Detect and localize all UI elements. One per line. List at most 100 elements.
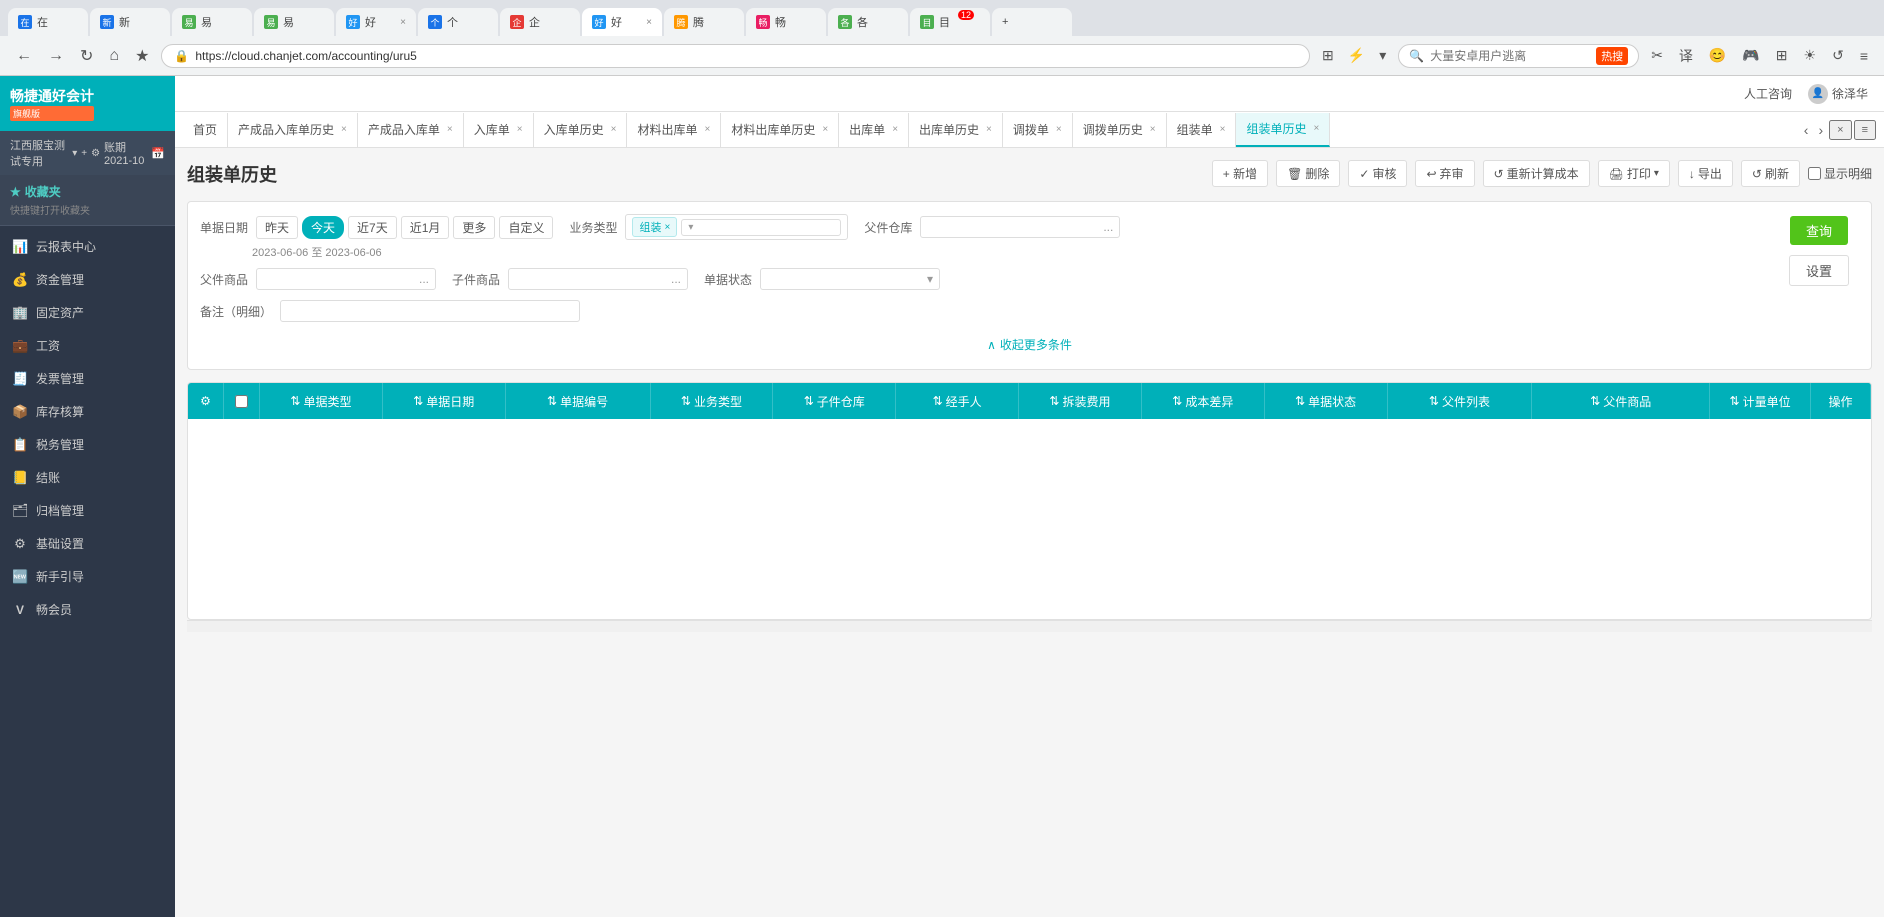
tab-more-button[interactable]: ≡ (1854, 120, 1876, 140)
page-tab-produce-in-history[interactable]: 产成品入库单历史 × (228, 113, 358, 147)
browser-tab-4[interactable]: 易 易 (254, 8, 334, 36)
tab-close-adjust[interactable]: × (1056, 124, 1062, 135)
abandon-button[interactable]: ↩ 弃审 (1415, 160, 1474, 187)
sidebar-item-fund[interactable]: 💰 资金管理 (0, 263, 175, 296)
th-parent-list[interactable]: ⇅ 父件列表 (1388, 383, 1533, 419)
th-checkbox[interactable] (235, 395, 248, 408)
page-tab-produce-in[interactable]: 产成品入库单 × (358, 113, 464, 147)
new-tab-button[interactable]: + (992, 8, 1072, 36)
forward-button[interactable]: → (44, 43, 68, 69)
th-handler[interactable]: ⇅ 经手人 (896, 383, 1019, 419)
search-bar[interactable]: 🔍 热搜 (1398, 44, 1639, 68)
th-no[interactable]: ⇅ 单据编号 (506, 383, 651, 419)
parent-warehouse-input[interactable]: ... (920, 216, 1120, 238)
th-unit[interactable]: ⇅ 计量单位 (1710, 383, 1811, 419)
sidebar-item-inventory[interactable]: 📦 库存核算 (0, 395, 175, 428)
tab-close-in-history[interactable]: × (611, 124, 617, 135)
child-goods-input[interactable]: ... (508, 268, 688, 290)
biz-type-input[interactable]: 组装 × ▾ (625, 214, 848, 240)
page-tab-adjust-history[interactable]: 调拨单历史 × (1073, 113, 1167, 147)
print-button[interactable]: 🖨 打印 ▾ (1598, 160, 1670, 187)
parent-goods-input[interactable]: ... (256, 268, 436, 290)
browser-tab-7[interactable]: 企 企 (500, 8, 580, 36)
tab-close-material-out-history[interactable]: × (822, 124, 828, 135)
sidebar-item-guide[interactable]: 🆕 新手引导 (0, 560, 175, 593)
page-tab-material-out[interactable]: 材料出库单 × (627, 113, 721, 147)
page-tab-out-history[interactable]: 出库单历史 × (909, 113, 1003, 147)
game-button[interactable]: 🎮 (1738, 43, 1763, 68)
extensions-button[interactable]: ⊞ (1318, 43, 1338, 68)
browser-tab-9[interactable]: 腾 腾 (664, 8, 744, 36)
tab-close-all-button[interactable]: × (1829, 120, 1851, 140)
custom-date-button[interactable]: 自定义 (499, 216, 553, 239)
browser-tab-1[interactable]: 在 在 (8, 8, 88, 36)
browser-tab-10[interactable]: 畅 畅 (746, 8, 826, 36)
order-status-input[interactable]: ▾ (760, 268, 940, 290)
browser-tab-2[interactable]: 新 新 (90, 8, 170, 36)
page-tab-material-out-history[interactable]: 材料出库单历史 × (721, 113, 839, 147)
yesterday-button[interactable]: 昨天 (256, 216, 298, 239)
page-tab-in-order[interactable]: 入库单 × (464, 113, 534, 147)
page-tab-in-history[interactable]: 入库单历史 × (534, 113, 628, 147)
tab-close-out-order[interactable]: × (892, 124, 898, 135)
export-button[interactable]: ↓ 导出 (1678, 160, 1733, 187)
recalc-button[interactable]: ↺ 重新计算成本 (1483, 160, 1590, 187)
scrollbar-area[interactable] (187, 620, 1872, 632)
refresh-button[interactable]: ↺ 刷新 (1741, 160, 1800, 187)
sidebar-item-salary[interactable]: 💼 工资 (0, 329, 175, 362)
user-service-link[interactable]: 人工咨询 (1744, 85, 1792, 102)
sidebar-account[interactable]: 江西服宝测试专用 ▾ + ⚙ 账期 2021-10 📅 (0, 131, 175, 175)
browser-tab-12[interactable]: 目 目 12 (910, 8, 990, 36)
lightning-button[interactable]: ⚡ (1344, 43, 1369, 68)
delete-button[interactable]: 🗑 删除 (1276, 160, 1340, 187)
tab-close-material-out[interactable]: × (704, 124, 710, 135)
page-tab-assembly[interactable]: 组装单 × (1167, 113, 1237, 147)
tab-close-8[interactable]: × (646, 17, 652, 28)
user-name-display[interactable]: 👤 徐泽华 (1808, 84, 1868, 104)
show-detail-checkbox-label[interactable]: 显示明细 (1808, 165, 1872, 182)
tab-close-assembly[interactable]: × (1220, 124, 1226, 135)
undo-button[interactable]: ↺ (1828, 43, 1848, 68)
collapse-row[interactable]: ∧ 收起更多条件 (200, 332, 1859, 357)
emoji-button[interactable]: 😊 (1705, 43, 1730, 68)
scissors-button[interactable]: ✂ (1647, 43, 1667, 68)
query-button[interactable]: 查询 (1790, 216, 1848, 245)
tab-left-arrow[interactable]: ‹ (1800, 120, 1813, 140)
th-check[interactable] (224, 383, 260, 419)
th-settings[interactable]: ⚙ (188, 383, 224, 419)
address-bar[interactable]: 🔒 https://cloud.chanjet.com/accounting/u… (161, 44, 1310, 68)
home-button[interactable]: ⌂ (105, 43, 123, 69)
show-detail-checkbox[interactable] (1808, 167, 1821, 180)
tab-close-out-history[interactable]: × (986, 124, 992, 135)
search-input[interactable] (1430, 49, 1590, 63)
bookmark-button[interactable]: ★ (131, 42, 153, 70)
sidebar-item-base[interactable]: ⚙ 基础设置 (0, 527, 175, 560)
new-button[interactable]: + 新增 (1212, 160, 1268, 187)
tab-right-arrow[interactable]: › (1814, 120, 1827, 140)
sun-button[interactable]: ☀ (1800, 43, 1821, 68)
tab-close-produce-in[interactable]: × (447, 124, 453, 135)
page-tab-assembly-history[interactable]: 组装单历史 × (1236, 113, 1330, 147)
sidebar-item-settle[interactable]: 📒 结账 (0, 461, 175, 494)
page-tab-adjust[interactable]: 调拨单 × (1003, 113, 1073, 147)
th-warehouse[interactable]: ⇅ 子件仓库 (773, 383, 896, 419)
tab-close-assembly-history[interactable]: × (1313, 123, 1319, 134)
th-parent-goods[interactable]: ⇅ 父件商品 (1532, 383, 1710, 419)
tab-close-adjust-history[interactable]: × (1150, 124, 1156, 135)
browser-tab-3[interactable]: 易 易 (172, 8, 252, 36)
grid-button[interactable]: ⊞ (1772, 43, 1792, 68)
browser-tab-8[interactable]: 好 好 × (582, 8, 662, 36)
th-dismantle[interactable]: ⇅ 拆装费用 (1019, 383, 1142, 419)
th-type[interactable]: ⇅ 单据类型 (260, 383, 383, 419)
browser-tab-5[interactable]: 好 好 × (336, 8, 416, 36)
sidebar-item-tax[interactable]: 📋 税务管理 (0, 428, 175, 461)
biz-type-dropdown-arrow[interactable]: ▾ (681, 219, 841, 236)
month-button[interactable]: 近1月 (401, 216, 450, 239)
browser-tab-6[interactable]: 个 个 (418, 8, 498, 36)
sidebar-item-report[interactable]: 📊 云报表中心 (0, 230, 175, 263)
week-button[interactable]: 近7天 (348, 216, 397, 239)
back-button[interactable]: ← (12, 43, 36, 69)
browser-tab-11[interactable]: 各 各 (828, 8, 908, 36)
favorites-shortcut[interactable]: 快捷键打开收藏夹 (10, 202, 165, 217)
filter-settings-button[interactable]: 设置 (1789, 255, 1849, 286)
